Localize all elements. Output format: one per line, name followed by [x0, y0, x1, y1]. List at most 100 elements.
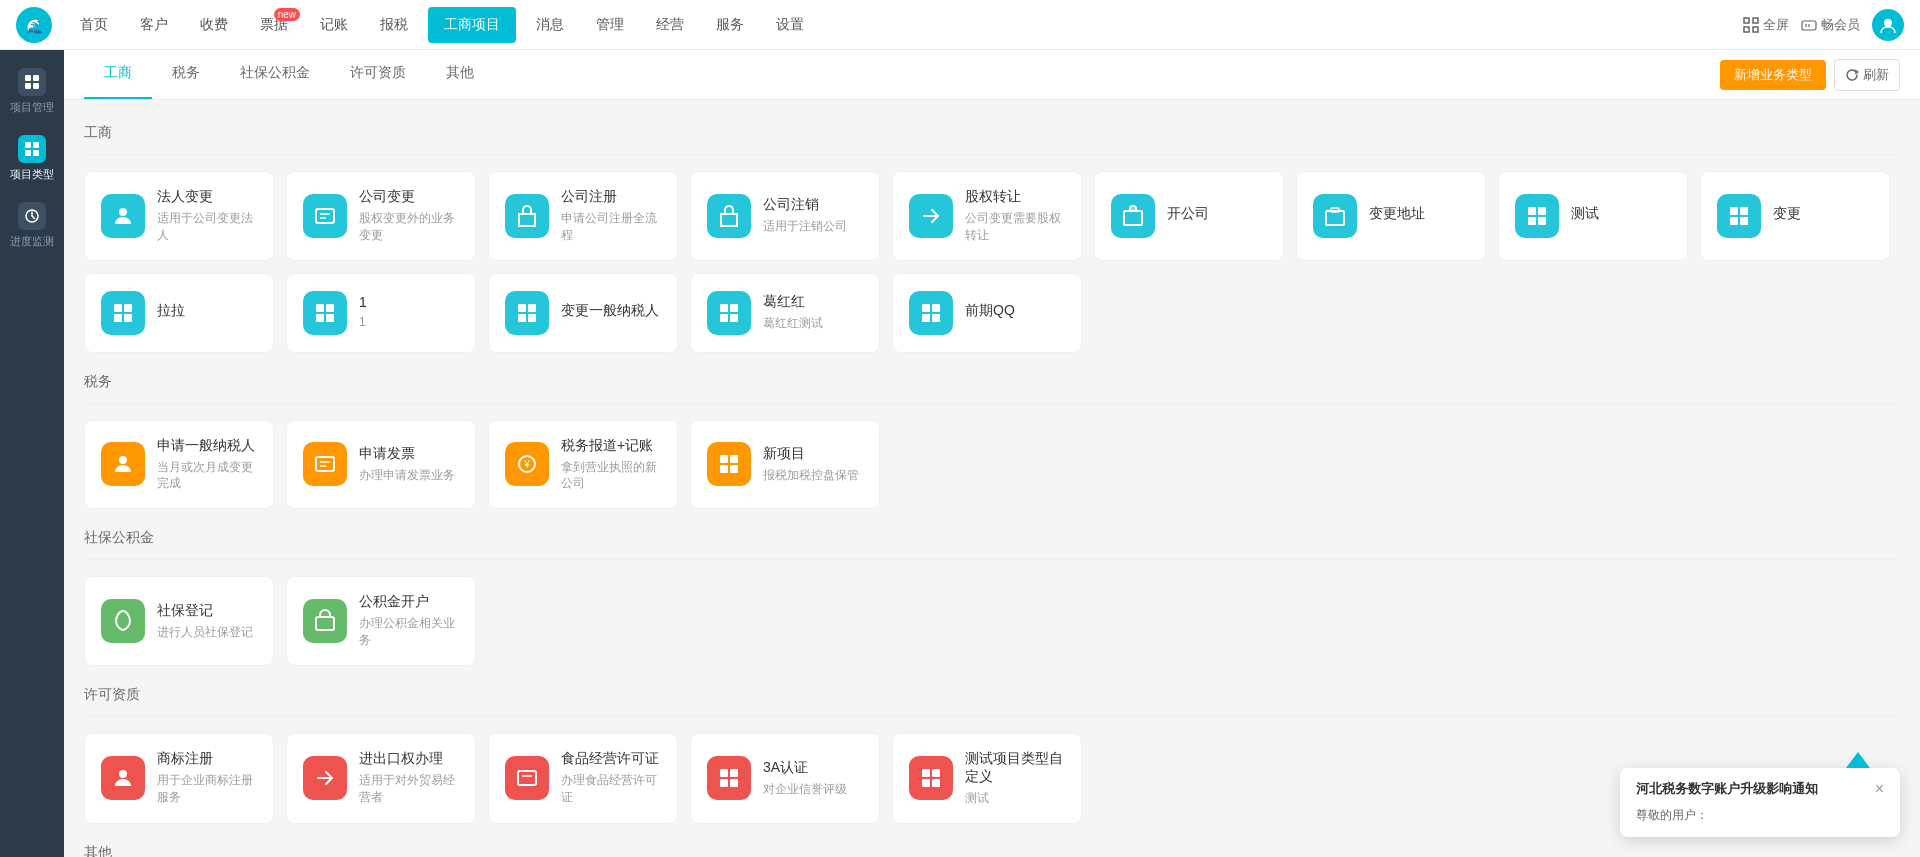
svg-rect-17: [33, 150, 39, 156]
card-text-change-address: 变更地址: [1369, 205, 1469, 227]
nav-tax[interactable]: 报税: [364, 0, 424, 50]
card-text-one: 1 1: [359, 294, 459, 331]
refresh-icon: [1845, 68, 1859, 82]
card-change[interactable]: 变更: [1700, 171, 1890, 261]
svg-point-19: [119, 208, 127, 216]
card-open-company[interactable]: 开公司: [1094, 171, 1284, 261]
card-apply-taxpayer[interactable]: 申请一般纳税人 当月或次月成变更完成: [84, 420, 274, 510]
tab-other[interactable]: 其他: [426, 49, 494, 99]
svg-rect-24: [721, 214, 737, 226]
card-desc-one: 1: [359, 314, 459, 331]
svg-rect-58: [316, 457, 334, 471]
card-company-cancel[interactable]: 公司注销 适用于注销公司: [690, 171, 880, 261]
card-icon-mohonghong: [707, 291, 751, 335]
card-apply-invoice[interactable]: 申请发票 办理申请发票业务: [286, 420, 476, 510]
svg-rect-63: [720, 455, 728, 463]
card-name-social-register: 社保登记: [157, 602, 257, 620]
sidebar-item-project-types[interactable]: 项目类型: [0, 125, 64, 192]
card-icon-test: [1515, 194, 1559, 238]
svg-rect-54: [932, 304, 940, 312]
card-one[interactable]: 1 1: [286, 273, 476, 353]
tab-tax[interactable]: 税务: [152, 49, 220, 99]
card-mohonghong[interactable]: 葛红红 葛红红测试: [690, 273, 880, 353]
card-icon-company-change: [303, 194, 347, 238]
card-3a-cert[interactable]: 3A认证 对企业信誉评级: [690, 733, 880, 824]
industry-section: 工商 法人变更 适用于公司变更法人 公司变更 股权变更外的业务变更: [84, 124, 1900, 353]
nav-operations[interactable]: 经营: [640, 0, 700, 50]
tax-divider: [84, 403, 1900, 404]
tab-license[interactable]: 许可资质: [330, 49, 426, 99]
svg-rect-44: [326, 314, 334, 322]
nav-settings[interactable]: 设置: [760, 0, 820, 50]
card-trademark[interactable]: 商标注册 用于企业商标注册服务: [84, 733, 274, 824]
card-name-lala: 拉拉: [157, 302, 257, 320]
card-company-change[interactable]: 公司变更 股权变更外的业务变更: [286, 171, 476, 261]
card-test-type[interactable]: 测试项目类型自定义 测试: [892, 733, 1082, 824]
card-icon-lala: [101, 291, 145, 335]
nav-home[interactable]: 首页: [64, 0, 124, 50]
card-early-qq[interactable]: 前期QQ: [892, 273, 1082, 353]
svg-point-9: [1884, 19, 1892, 27]
notif-close-btn[interactable]: ×: [1875, 780, 1884, 798]
nav-accounting[interactable]: 记账: [304, 0, 364, 50]
card-name-one: 1: [359, 294, 459, 310]
card-text-company-register: 公司注册 申请公司注册全流程: [561, 188, 661, 244]
industry-section-title: 工商: [84, 124, 1900, 142]
app-logo[interactable]: 🌊: [16, 7, 52, 43]
card-company-register[interactable]: 公司注册 申请公司注册全流程: [488, 171, 678, 261]
svg-rect-55: [922, 314, 930, 322]
nav-clients[interactable]: 客户: [124, 0, 184, 50]
card-name-open-company: 开公司: [1167, 205, 1267, 223]
fullscreen-btn[interactable]: 全屏: [1743, 16, 1789, 34]
svg-rect-65: [720, 465, 728, 473]
card-text-trademark: 商标注册 用于企业商标注册服务: [157, 750, 257, 806]
card-new-project[interactable]: 新项目 报税加税控盘保管: [690, 420, 880, 510]
card-test[interactable]: 测试: [1498, 171, 1688, 261]
card-text-tax-bookkeeping: 税务报道+记账 拿到营业执照的新公司: [561, 437, 661, 493]
card-change-taxpayer[interactable]: 变更一般纳税人: [488, 273, 678, 353]
svg-rect-16: [25, 150, 31, 156]
vip-icon: [1801, 17, 1817, 33]
card-lala[interactable]: 拉拉: [84, 273, 274, 353]
card-food-license[interactable]: 食品经营许可证 办理食品经营许可证: [488, 733, 678, 824]
nav-bizproject[interactable]: 工商项目: [428, 7, 516, 43]
license-divider: [84, 716, 1900, 717]
card-name-mohonghong: 葛红红: [763, 293, 863, 311]
card-name-food-license: 食品经营许可证: [561, 750, 661, 768]
card-legal-change[interactable]: 法人变更 适用于公司变更法人: [84, 171, 274, 261]
svg-rect-46: [528, 304, 536, 312]
svg-rect-5: [1753, 27, 1758, 32]
card-icon-early-qq: [909, 291, 953, 335]
vip-label: 畅会员: [1821, 16, 1860, 34]
card-social-register[interactable]: 社保登记 进行人员社保登记: [84, 576, 274, 666]
vip-btn[interactable]: 畅会员: [1801, 16, 1860, 34]
card-text-mohonghong: 葛红红 葛红红测试: [763, 293, 863, 332]
nav-management[interactable]: 管理: [580, 0, 640, 50]
nav-messages[interactable]: 消息: [520, 0, 580, 50]
card-equity-transfer[interactable]: 股权转让 公司变更需要股权转让: [892, 171, 1082, 261]
card-change-address[interactable]: 变更地址: [1296, 171, 1486, 261]
card-text-fund-open: 公积金开户 办理公积金相关业务: [359, 593, 459, 649]
nav-services[interactable]: 服务: [700, 0, 760, 50]
card-fund-open[interactable]: 公积金开户 办理公积金相关业务: [286, 576, 476, 666]
refresh-button[interactable]: 刷新: [1834, 59, 1900, 91]
other-section-title: 其他: [84, 844, 1900, 857]
add-biz-type-button[interactable]: 新增业务类型: [1720, 60, 1826, 90]
sidebar-item-project-mgmt[interactable]: 项目管理: [0, 58, 64, 125]
card-tax-bookkeeping[interactable]: ¥ 税务报道+记账 拿到营业执照的新公司: [488, 420, 678, 510]
nav-items: 首页 客户 收费 票据 new 记账 报税 工商项目 消息 管理 经营 服务 设…: [64, 0, 1743, 50]
card-icon-company-register: [505, 194, 549, 238]
svg-rect-34: [1740, 207, 1748, 215]
nav-billing[interactable]: 收费: [184, 0, 244, 50]
tab-social-fund[interactable]: 社保公积金: [220, 49, 330, 99]
svg-rect-71: [720, 769, 728, 777]
svg-rect-73: [720, 779, 728, 787]
sidebar-item-progress-monitor[interactable]: 进度监测: [0, 192, 64, 259]
user-avatar[interactable]: [1872, 9, 1904, 41]
svg-rect-51: [720, 314, 728, 322]
nav-tickets[interactable]: 票据 new: [244, 0, 304, 50]
sidebar: 项目管理 项目类型 进度监测: [0, 50, 64, 857]
card-name-change-taxpayer: 变更一般纳税人: [561, 302, 661, 320]
card-import-export[interactable]: 进出口权办理 适用于对外贸易经营者: [286, 733, 476, 824]
tab-industry[interactable]: 工商: [84, 49, 152, 99]
